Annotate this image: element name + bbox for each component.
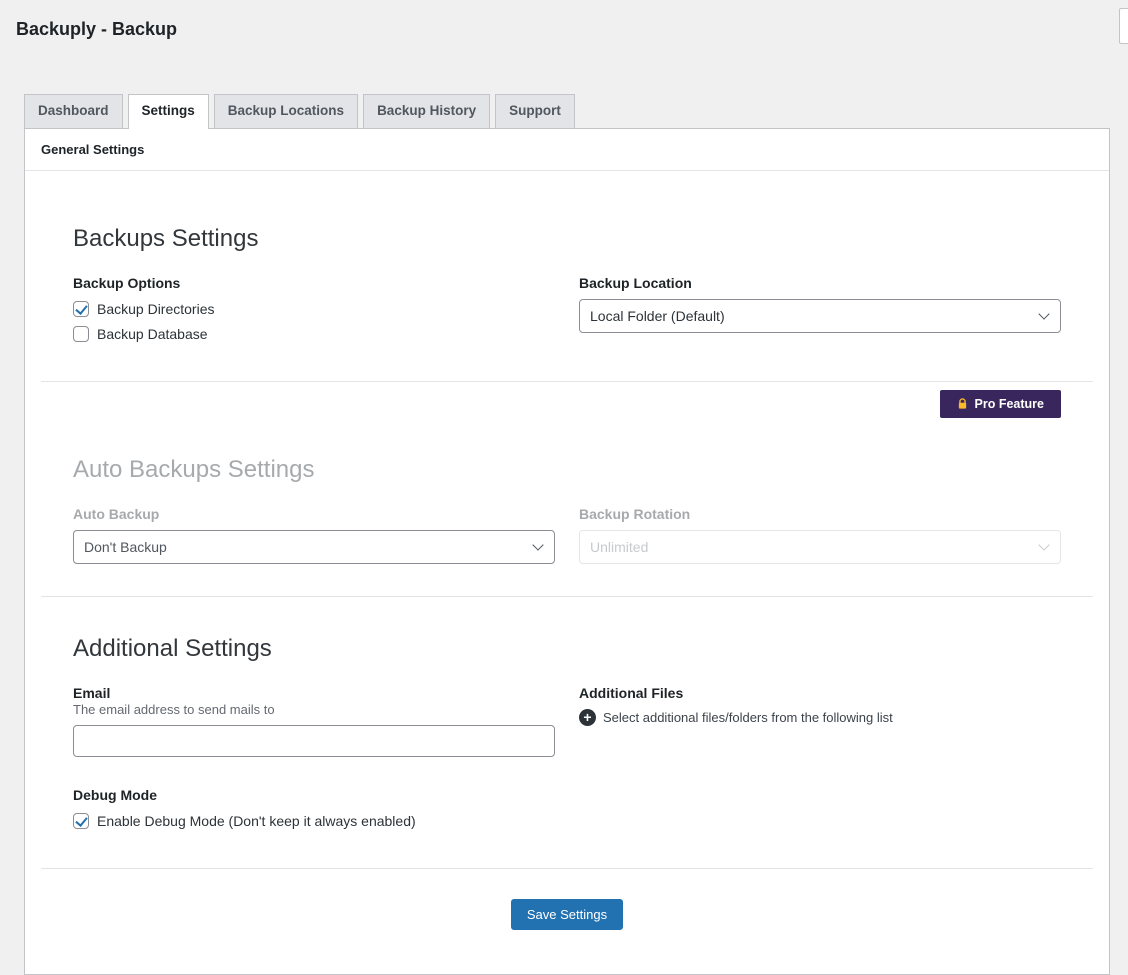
backup-rotation-field: Backup Rotation Unlimited [579,506,1061,564]
backup-directories-label: Backup Directories [97,300,215,317]
email-label: Email [73,684,111,701]
tab-dashboard[interactable]: Dashboard [24,94,123,128]
section-divider [41,595,1093,597]
additional-settings-section: Additional Settings Email The email addr… [73,635,1061,836]
panel-header: General Settings [25,129,1109,171]
panel-content: Backups Settings Backup Options Backup D… [25,171,1109,974]
additional-files-description: Select additional files/folders from the… [603,709,893,725]
lock-icon [958,398,966,409]
backup-location-field: Backup Location Local Folder (Default) [579,275,1061,333]
backup-location-label: Backup Location [579,274,692,291]
save-row: Save Settings [73,898,1061,944]
backup-directories-option[interactable]: Backup Directories [73,299,555,319]
additional-settings-title: Additional Settings [73,634,272,662]
cutoff-top-right-button[interactable] [1119,8,1128,44]
backups-settings-section: Backups Settings Backup Options Backup D… [73,225,1061,349]
backup-database-checkbox[interactable] [73,325,89,342]
debug-mode-field: Debug Mode Enable Debug Mode (Don't keep… [73,787,555,831]
page-title: Backuply - Backup [16,19,178,39]
admin-content: Dashboard Settings Backup Locations Back… [0,94,1128,975]
auto-backup-label: Auto Backup [73,505,160,522]
additional-files-column: Additional Files + Select additional fil… [579,685,1061,726]
add-icon[interactable]: + [579,708,596,726]
pro-feature-row: Pro Feature [73,389,1061,418]
backup-options-field: Backup Options Backup Directories Backup… [73,275,555,349]
backup-rotation-select[interactable]: Unlimited [579,529,1061,564]
backup-options-label: Backup Options [73,274,181,291]
tab-backup-history[interactable]: Backup History [363,94,491,128]
auto-backups-section: Auto Backups Settings Auto Backup Don't … [73,456,1061,564]
backup-location-select[interactable]: Local Folder (Default) [579,298,1061,333]
section-divider [41,380,1093,382]
auto-backups-title: Auto Backups Settings [73,455,315,483]
tab-backup-locations[interactable]: Backup Locations [213,94,359,128]
auto-backup-select[interactable]: Don't Backup [73,529,555,564]
debug-mode-checkbox-label: Enable Debug Mode (Don't keep it always … [97,812,416,829]
tab-settings[interactable]: Settings [127,94,209,129]
settings-panel: General Settings Backups Settings Backup… [24,127,1110,975]
debug-mode-checkbox[interactable] [73,812,89,829]
additional-files-label: Additional Files [579,684,684,701]
debug-mode-label: Debug Mode [73,786,157,803]
tab-support[interactable]: Support [495,94,575,128]
pro-feature-label: Pro Feature [974,396,1044,411]
additional-files-picker[interactable]: + Select additional files/folders from t… [579,708,1061,726]
section-divider [41,867,1093,869]
email-column: Email The email address to send mails to… [73,685,555,836]
backup-database-option[interactable]: Backup Database [73,324,555,344]
save-settings-button[interactable]: Save Settings [510,898,624,930]
backup-directories-checkbox[interactable] [73,300,89,317]
auto-backup-field: Auto Backup Don't Backup [73,506,555,564]
tab-bar: Dashboard Settings Backup Locations Back… [24,94,1110,129]
backup-rotation-label: Backup Rotation [579,505,691,522]
email-description: The email address to send mails to [73,701,275,717]
backups-settings-title: Backups Settings [73,224,259,252]
debug-mode-option[interactable]: Enable Debug Mode (Don't keep it always … [73,811,555,831]
pro-feature-button[interactable]: Pro Feature [939,389,1061,418]
backup-database-label: Backup Database [97,325,208,342]
email-field[interactable] [73,724,555,757]
